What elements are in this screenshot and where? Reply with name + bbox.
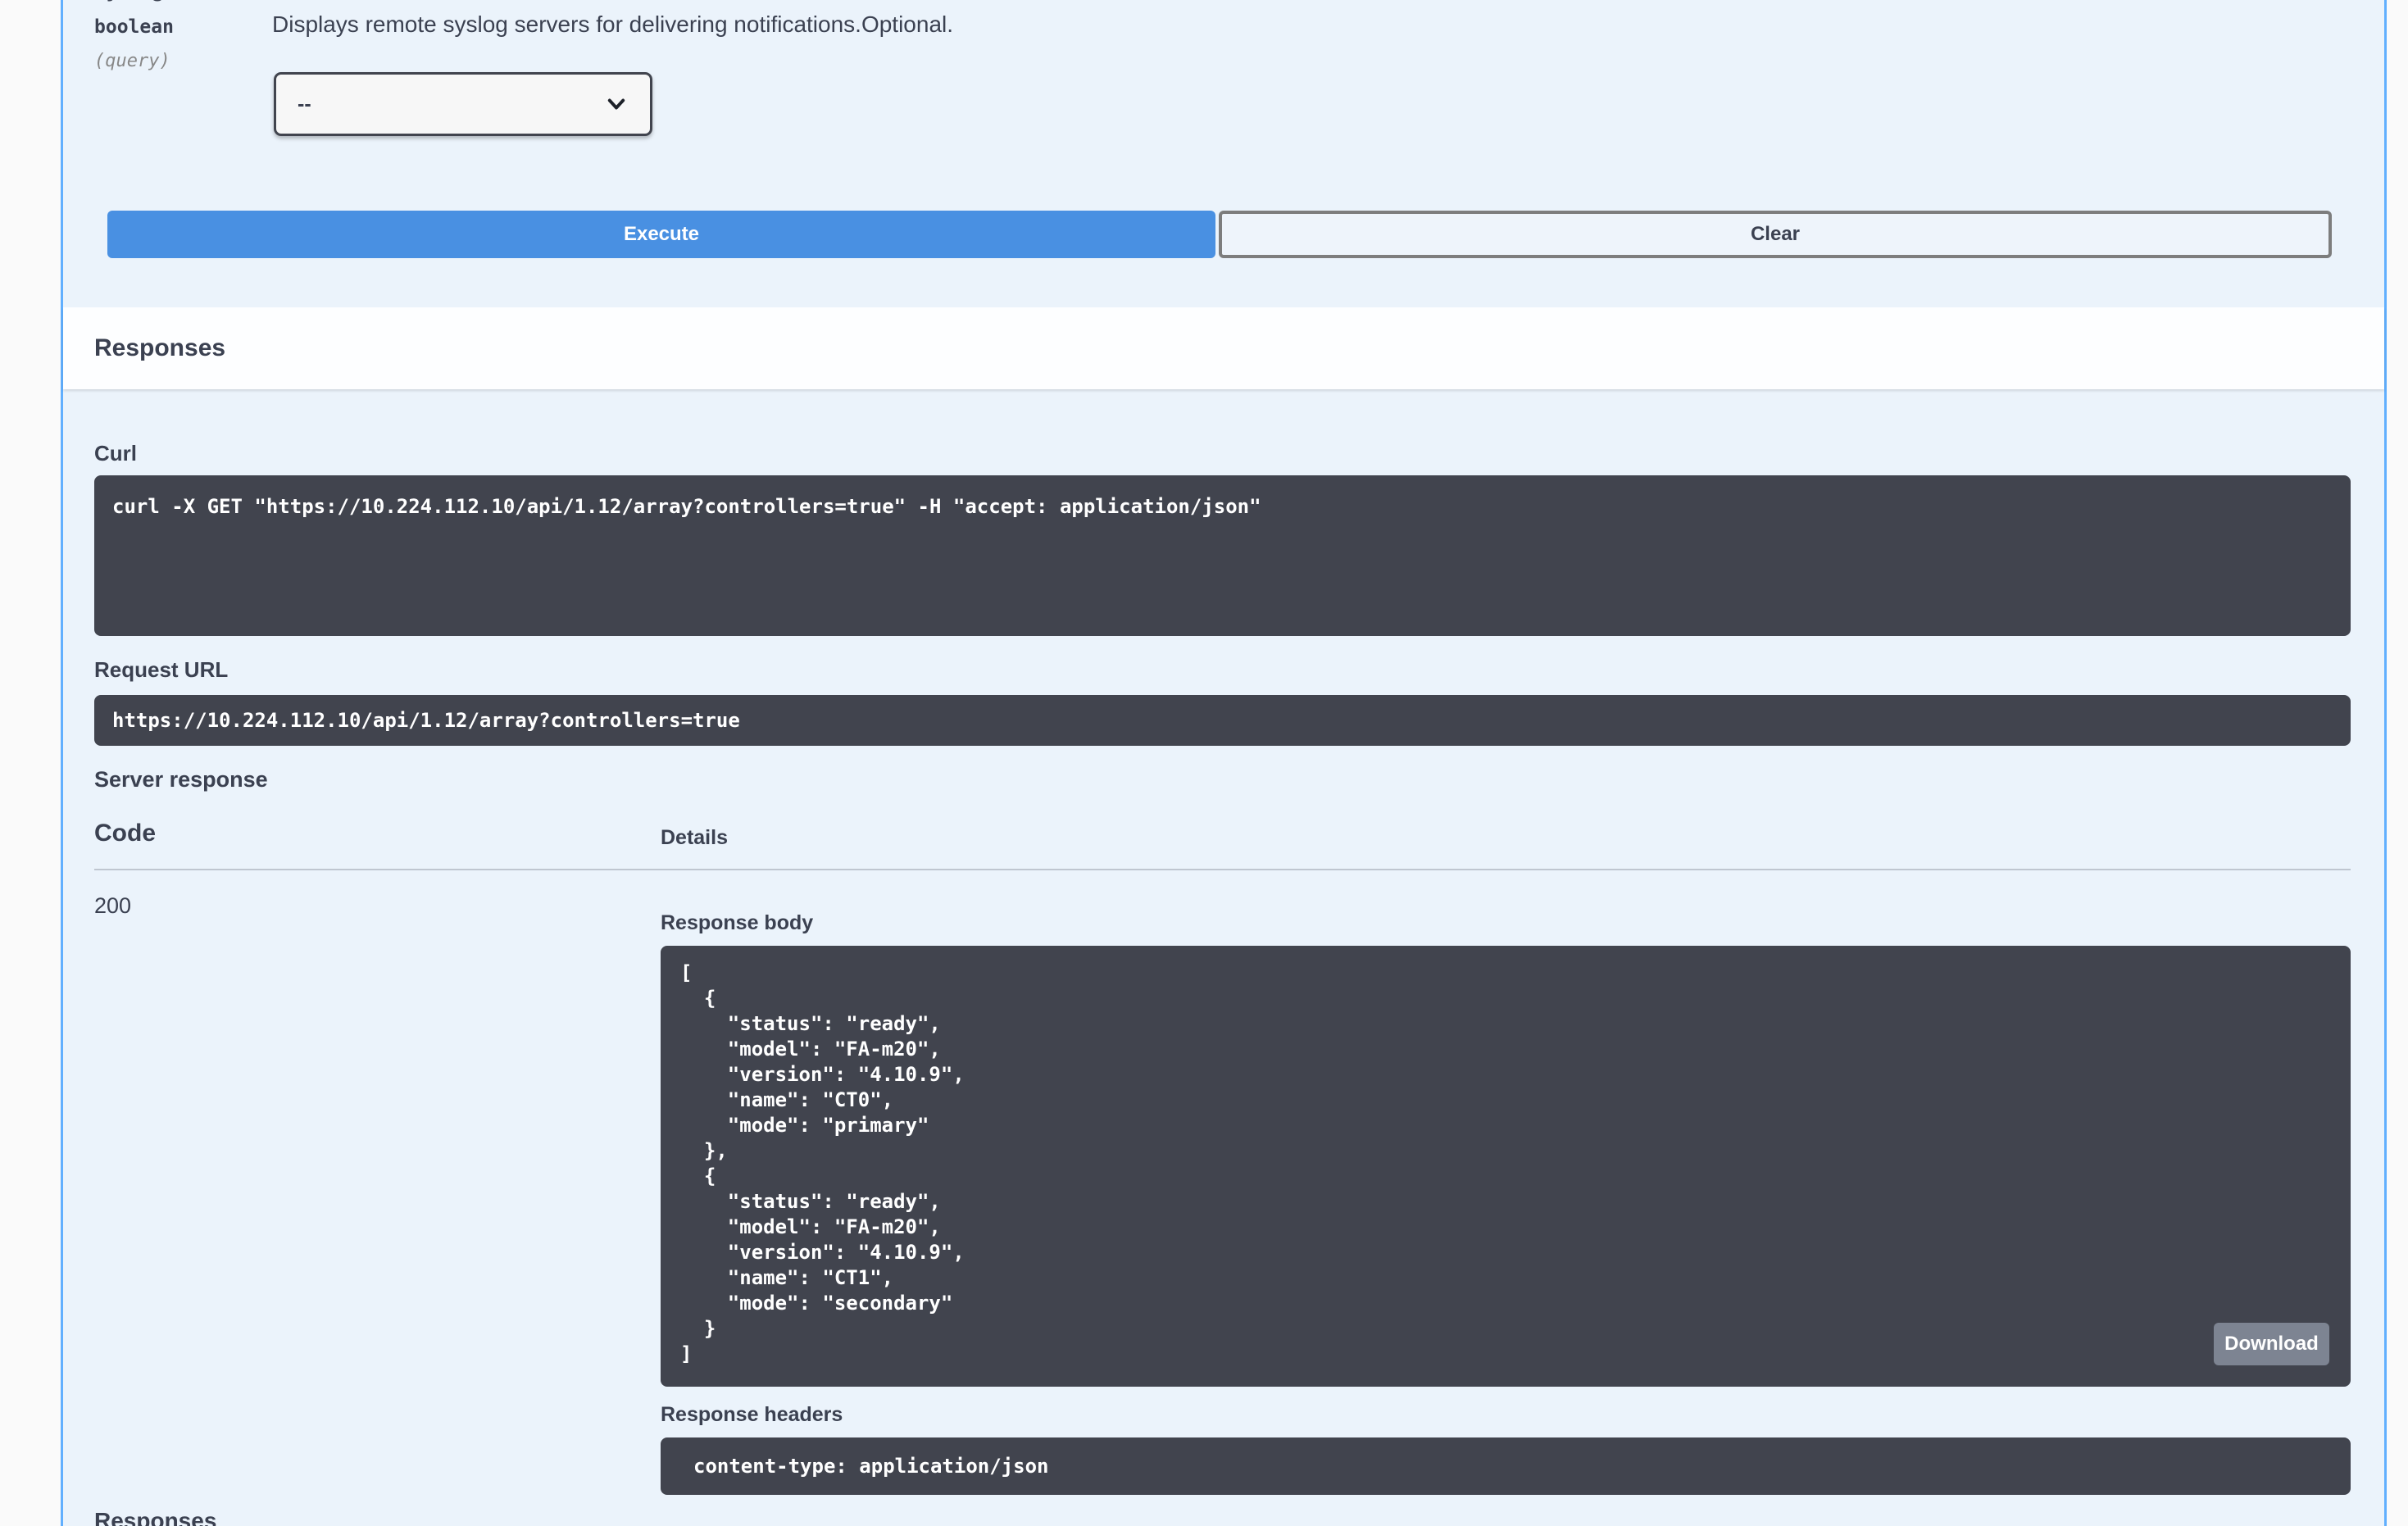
response-body-label: Response body <box>661 911 814 934</box>
clear-button[interactable]: Clear <box>1219 211 2332 258</box>
execute-button[interactable]: Execute <box>107 211 1215 258</box>
curl-command-block: curl -X GET "https://10.224.112.10/api/1… <box>94 475 2351 636</box>
swagger-operation-block: syslogserver boolean (query) Displays re… <box>0 0 2408 1526</box>
response-headers-block: content-type: application/json <box>661 1437 2351 1495</box>
curl-label: Curl <box>94 441 137 466</box>
responses-title: Responses <box>94 334 226 361</box>
selected-option-label: -- <box>298 92 311 116</box>
request-url-label: Request URL <box>94 657 229 682</box>
parameter-name: syslogserver <box>94 0 231 2</box>
parameter-location: (query) <box>94 51 170 71</box>
response-body-block: [ { "status": "ready", "model": "FA-m20"… <box>661 946 2351 1387</box>
response-headers-label: Response headers <box>661 1403 843 1426</box>
details-column-header: Details <box>661 826 728 849</box>
chevron-down-icon <box>604 92 629 116</box>
parameter-description: Displays remote syslog servers for deliv… <box>272 11 954 37</box>
table-header-divider <box>94 869 2351 870</box>
parameter-type: boolean <box>94 16 174 38</box>
request-url-text: https://10.224.112.10/api/1.12/array?con… <box>112 709 740 732</box>
responses-section-header: Responses <box>63 307 2384 389</box>
documentation-responses-title: Responses <box>94 1508 217 1526</box>
response-body-json: [ { "status": "ready", "model": "FA-m20"… <box>680 961 965 1365</box>
response-headers-text: content-type: application/json <box>693 1455 1049 1478</box>
download-button[interactable]: Download <box>2214 1323 2329 1365</box>
curl-command-text: curl -X GET "https://10.224.112.10/api/1… <box>112 495 1261 518</box>
server-response-label: Server response <box>94 767 268 792</box>
parameter-value-select[interactable]: -- <box>274 72 652 136</box>
code-column-header: Code <box>94 820 156 847</box>
request-url-block: https://10.224.112.10/api/1.12/array?con… <box>94 695 2351 746</box>
status-code: 200 <box>94 893 132 918</box>
